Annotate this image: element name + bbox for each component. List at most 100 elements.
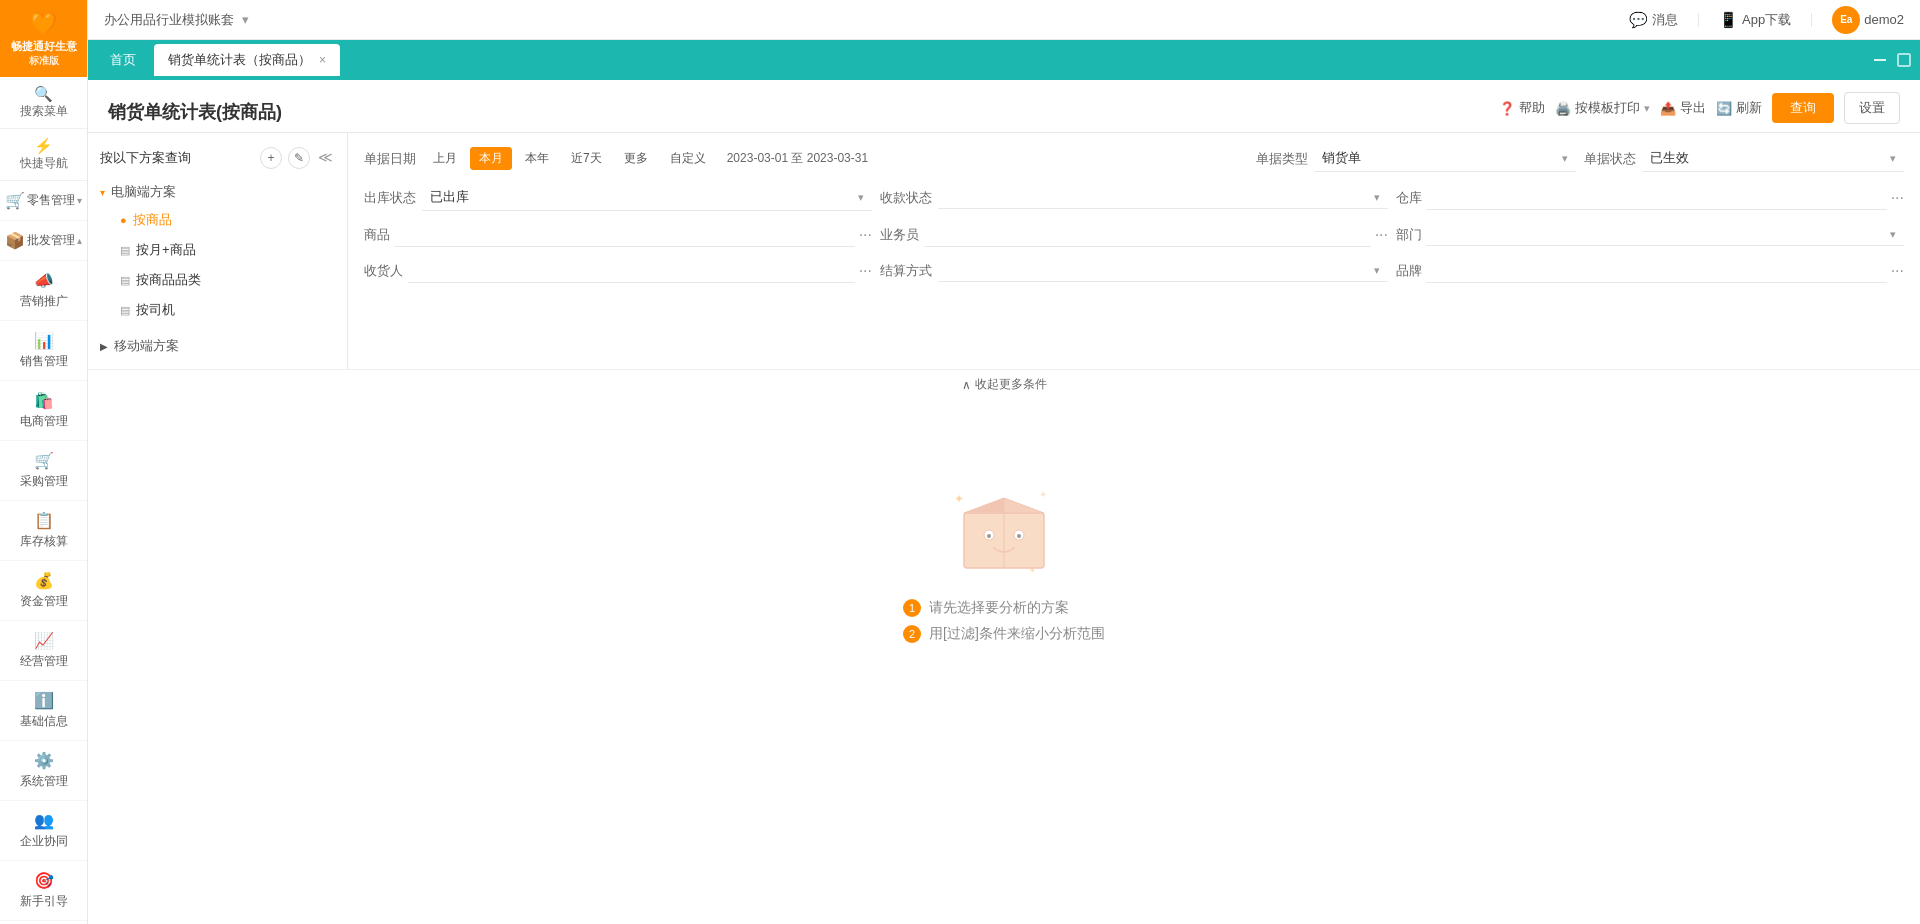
tab-sales-stats[interactable]: 销货单统计表（按商品） ×	[154, 44, 340, 76]
brand-input[interactable]	[1426, 259, 1887, 283]
scheme-add-btn[interactable]: +	[260, 147, 282, 169]
staff-input[interactable]	[924, 223, 1371, 247]
receipt-status-arrow: ▾	[1374, 191, 1380, 204]
scheme-panel: 按以下方案查询 + ✎ ≪ ▾ 电脑端方案	[88, 133, 348, 369]
warehouse-label: 仓库	[1396, 189, 1426, 207]
sidebar-item-sales[interactable]: 📊 销售管理	[0, 321, 87, 381]
sidebar-item-marketing[interactable]: 📣 营销推广	[0, 261, 87, 321]
collapse-icon: ∧	[962, 378, 971, 392]
tab-home[interactable]: 首页	[96, 44, 150, 76]
dept-field: 部门 ▾	[1396, 224, 1904, 246]
sidebar-item-wholesale[interactable]: 📦 批发管理 ▴	[0, 221, 87, 261]
industry-dropdown-arrow[interactable]: ▾	[242, 12, 249, 27]
doc-type-field: 单据类型 销货单 ▾	[1256, 145, 1576, 172]
scheme-item-2[interactable]: ▤ 按商品品类	[88, 265, 347, 295]
query-btn[interactable]: 查询	[1772, 93, 1834, 123]
date-more-btn[interactable]: 更多	[615, 147, 657, 170]
app-download-icon: 📱	[1719, 11, 1738, 29]
divider2	[1811, 13, 1812, 27]
staff-more-btn[interactable]: ···	[1375, 226, 1388, 244]
svg-marker-3	[964, 498, 1004, 513]
tab-minimize-btn[interactable]	[1872, 52, 1888, 68]
sidebar-item-basic-info[interactable]: ℹ️ 基础信息	[0, 681, 87, 741]
doc-status-dropdown[interactable]: 已生效 ▾	[1642, 145, 1904, 172]
date-custom-btn[interactable]: 自定义	[661, 147, 715, 170]
divider1	[1698, 13, 1699, 27]
goods-more-btn[interactable]: ···	[859, 226, 872, 244]
app-logo[interactable]: 🧡 畅捷通好生意 标准版	[0, 0, 87, 77]
date-year-btn[interactable]: 本年	[516, 147, 558, 170]
sidebar-item-inventory[interactable]: 📋 库存核算	[0, 501, 87, 561]
marketing-icon: 📣	[34, 271, 54, 290]
doc-type-dropdown[interactable]: 销货单 ▾	[1314, 145, 1576, 172]
goods-input[interactable]	[394, 223, 855, 247]
scheme-edit-btn[interactable]: ✎	[288, 147, 310, 169]
scheme-icons: + ✎ ≪	[260, 147, 335, 169]
sidebar-item-beginner[interactable]: 🎯 新手引导	[0, 861, 87, 921]
purchase-icon: 🛒	[34, 451, 54, 470]
wholesale-arrow: ▴	[77, 235, 82, 246]
date-7days-btn[interactable]: 近7天	[562, 147, 611, 170]
svg-marker-4	[1004, 498, 1044, 513]
svg-point-9	[1017, 534, 1021, 538]
empty-illustration: ✦ ✦ ✦	[944, 463, 1064, 583]
date-prev-btn[interactable]: 上月	[424, 147, 466, 170]
payment-label: 结算方式	[880, 262, 938, 280]
stock-out-dropdown[interactable]: 已出库 ▾	[422, 184, 872, 211]
sidebar-item-system[interactable]: ⚙️ 系统管理	[0, 741, 87, 801]
tab-maximize-btn[interactable]	[1896, 52, 1912, 68]
scheme-item-icon-3: ▤	[120, 304, 130, 317]
dept-dropdown[interactable]: ▾	[1426, 224, 1904, 246]
brand-more-btn[interactable]: ···	[1891, 262, 1904, 280]
home-tab-label: 首页	[110, 51, 136, 69]
goods-field: 商品 ···	[364, 223, 872, 247]
logo-sub: 标准版	[6, 54, 81, 67]
recipient-more-btn[interactable]: ···	[859, 262, 872, 280]
tip-num-2: 2	[903, 625, 921, 643]
industry-name: 办公用品行业模拟账套	[104, 11, 234, 29]
sidebar-item-ecommerce[interactable]: 🛍️ 电商管理	[0, 381, 87, 441]
pc-category[interactable]: ▾ 电脑端方案	[88, 179, 347, 205]
scheme-collapse-btn[interactable]: ≪	[316, 147, 335, 169]
receipt-status-dropdown[interactable]: ▾	[938, 187, 1388, 209]
user-profile-btn[interactable]: Ea demo2	[1832, 6, 1904, 34]
sidebar-item-operations[interactable]: 📈 经营管理	[0, 621, 87, 681]
filter-panel: 按以下方案查询 + ✎ ≪ ▾ 电脑端方案	[88, 133, 1920, 369]
message-btn[interactable]: 💬 消息	[1629, 11, 1678, 29]
sidebar-item-quick-nav[interactable]: ⚡ 快捷导航	[0, 129, 87, 181]
collapse-bar[interactable]: ∧ 收起更多条件	[88, 369, 1920, 399]
print-btn[interactable]: 🖨️ 按模板打印 ▾	[1555, 99, 1650, 117]
sidebar-item-enterprise[interactable]: 👥 企业协同	[0, 801, 87, 861]
export-btn[interactable]: 📤 导出	[1660, 99, 1706, 117]
settings-btn[interactable]: 设置	[1844, 92, 1900, 124]
sidebar-item-finance[interactable]: 💰 资金管理	[0, 561, 87, 621]
recipient-input[interactable]	[408, 259, 855, 283]
staff-field: 业务员 ···	[880, 223, 1388, 247]
scheme-item-1[interactable]: ▤ 按月+商品	[88, 235, 347, 265]
scheme-item-3[interactable]: ▤ 按司机	[88, 295, 347, 325]
refresh-btn[interactable]: 🔄 刷新	[1716, 99, 1762, 117]
svg-rect-1	[1898, 54, 1910, 66]
sidebar-item-purchase[interactable]: 🛒 采购管理	[0, 441, 87, 501]
tab-close-icon[interactable]: ×	[319, 53, 326, 67]
app-download-btn[interactable]: 📱 App下载	[1719, 11, 1791, 29]
scheme-title: 按以下方案查询	[100, 149, 252, 167]
pc-cat-arrow: ▾	[100, 187, 105, 198]
empty-tips: 1 请先选择要分析的方案 2 用[过滤]条件来缩小分析范围	[903, 599, 1105, 643]
date-cur-btn[interactable]: 本月	[470, 147, 512, 170]
sidebar-item-search-menu[interactable]: 🔍 搜索菜单	[0, 77, 87, 129]
scheme-item-0[interactable]: ● 按商品	[88, 205, 347, 235]
payment-dropdown[interactable]: ▾	[938, 260, 1388, 282]
beginner-icon: 🎯	[34, 871, 54, 890]
mobile-category[interactable]: ▶ 移动端方案	[88, 333, 347, 359]
sidebar: 🧡 畅捷通好生意 标准版 🔍 搜索菜单 ⚡ 快捷导航 🛒 零售管理 ▾ 📦 批发…	[0, 0, 88, 924]
message-icon: 💬	[1629, 11, 1648, 29]
help-btn[interactable]: ❓ 帮助	[1499, 99, 1545, 117]
operations-icon: 📈	[34, 631, 54, 650]
dept-label: 部门	[1396, 226, 1426, 244]
sidebar-item-retail[interactable]: 🛒 零售管理 ▾	[0, 181, 87, 221]
wholesale-icon: 📦	[5, 231, 25, 250]
svg-rect-0	[1874, 59, 1886, 61]
warehouse-input[interactable]	[1426, 186, 1887, 210]
warehouse-more-btn[interactable]: ···	[1891, 189, 1904, 207]
